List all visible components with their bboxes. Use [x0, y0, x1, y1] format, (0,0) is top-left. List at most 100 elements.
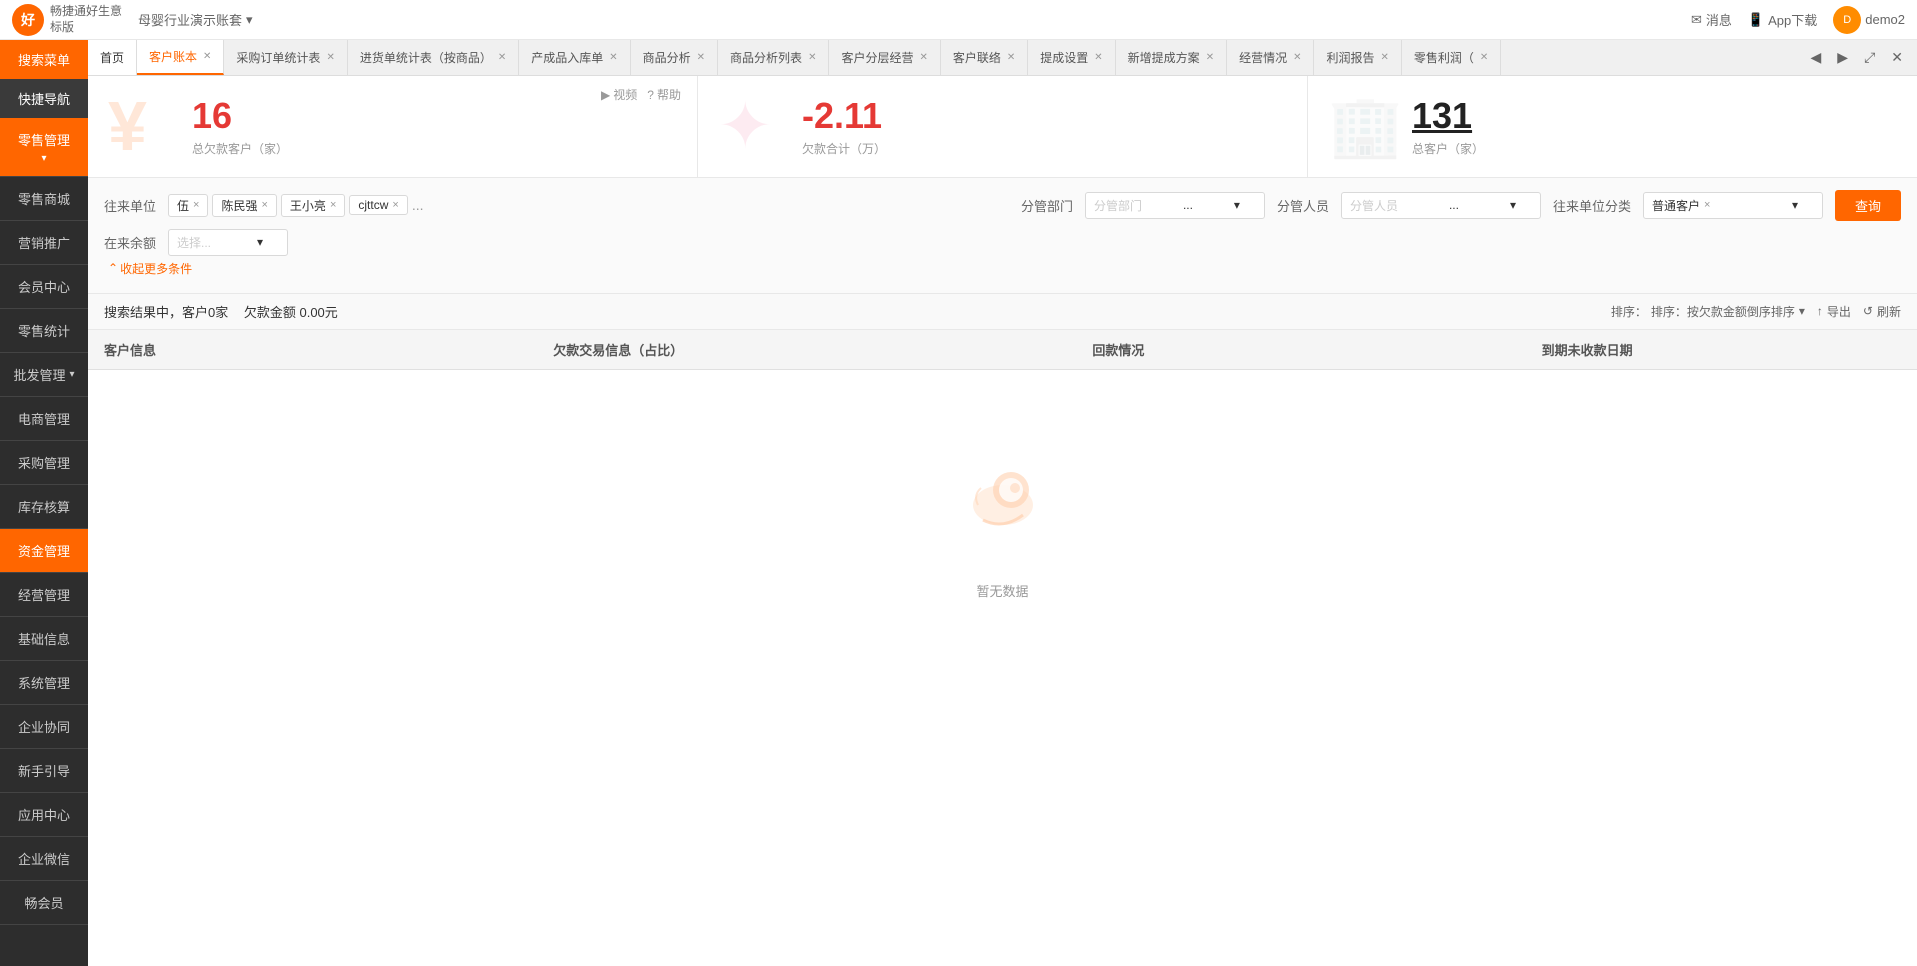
sidebar-search[interactable]: 搜索菜单: [0, 40, 88, 79]
stat-total-customers: 🏢 131 总客户（家）: [1308, 76, 1917, 177]
remove-category[interactable]: ×: [1704, 199, 1710, 211]
sidebar-item-marketing[interactable]: 营销推广: [0, 221, 88, 265]
tab-customer-tiered[interactable]: 客户分层经营 ✕: [829, 40, 940, 75]
sidebar-item-retail-stat[interactable]: 零售统计: [0, 309, 88, 353]
tab-bar: 首页 客户账本 ✕ 采购订单统计表 ✕ 进货单统计表（按商品） ✕ 产成品入库单…: [88, 40, 1917, 76]
filter-select-balance[interactable]: 选择... ▾: [168, 229, 288, 256]
video-btn[interactable]: ▶ 视频: [601, 86, 637, 103]
filter-tags-1: 伍 × 陈民强 × 王小亮 × cjttcw ×: [168, 194, 1009, 217]
tab-product-analysis-list[interactable]: 商品分析列表 ✕: [718, 40, 829, 75]
remove-tag-cjttcw[interactable]: ×: [392, 199, 398, 211]
result-actions: 排序： 排序：按欠款金额倒序排序 ▾ ↑ 导出 ↺ 刷新: [1611, 303, 1901, 320]
tab-close-business-situation[interactable]: ✕: [1293, 52, 1301, 63]
sidebar-item-company-coop[interactable]: 企业协同: [0, 705, 88, 749]
stat-total-arrears: ✦ -2.11 欠款合计（万）: [698, 76, 1308, 177]
sidebar-item-app-center[interactable]: 应用中心: [0, 793, 88, 837]
help-btn[interactable]: ? 帮助: [647, 86, 681, 103]
remove-tag-chen[interactable]: ×: [261, 199, 267, 211]
tab-improve-settings[interactable]: 提成设置 ✕: [1028, 40, 1115, 75]
tab-retail-profit[interactable]: 零售利润（ ✕: [1402, 40, 1501, 75]
filter-tag-wang[interactable]: 王小亮 ×: [281, 194, 345, 217]
col-header-date: 到期未收款日期: [1542, 340, 1901, 359]
filter-row-1: 往来单位 伍 × 陈民强 × 王小亮 ×: [104, 190, 1901, 221]
refresh-button[interactable]: ↺ 刷新: [1863, 303, 1901, 320]
sidebar-item-sys-mgmt[interactable]: 系统管理: [0, 661, 88, 705]
query-button[interactable]: 查询: [1835, 190, 1901, 221]
sidebar-item-new-guide[interactable]: 新手引导: [0, 749, 88, 793]
sidebar-item-retail-store[interactable]: 零售商城: [0, 177, 88, 221]
filter-label-4: 往来单位分类: [1553, 196, 1631, 215]
tab-home[interactable]: 首页: [88, 40, 137, 75]
stat-bg-icon-3: 🏢: [1328, 91, 1403, 162]
sidebar-item-member2[interactable]: 畅会员: [0, 881, 88, 925]
collapse-button[interactable]: ⌃ 收起更多条件: [108, 260, 1897, 277]
col-header-customer: 客户信息: [104, 340, 553, 359]
remove-tag-wu[interactable]: ×: [193, 199, 199, 211]
chevron-down-category: ▾: [1792, 198, 1798, 212]
tab-close-customer-contact[interactable]: ✕: [1007, 52, 1015, 63]
sidebar-item-retail-mgmt[interactable]: 零售管理 ▾: [0, 118, 88, 177]
app-selector[interactable]: 母婴行业演示账套 ▾: [130, 6, 261, 33]
filter-more-icon[interactable]: ...: [412, 197, 424, 213]
tab-incoming-stats[interactable]: 进货单统计表（按商品） ✕: [348, 40, 519, 75]
tab-purchase-order-stats[interactable]: 采购订单统计表 ✕: [224, 40, 347, 75]
tab-actions: ◀ ▶ ⤢ ✕: [1805, 49, 1917, 66]
tab-profit-report[interactable]: 利润报告 ✕: [1314, 40, 1401, 75]
empty-state: 暂无数据: [88, 370, 1917, 680]
filter-dept-placeholder: 分管部门: [1094, 197, 1142, 214]
sidebar-item-operation[interactable]: 经营管理: [0, 573, 88, 617]
tab-product-warehousing[interactable]: 产成品入库单 ✕: [519, 40, 630, 75]
tab-next-btn[interactable]: ▶: [1831, 49, 1854, 66]
tab-close-incoming-stats[interactable]: ✕: [498, 52, 506, 63]
filter-tag-chen[interactable]: 陈民强 ×: [212, 194, 276, 217]
tab-close-product-analysis-list[interactable]: ✕: [808, 52, 816, 63]
export-icon: ↑: [1817, 304, 1823, 318]
filter-select-dept[interactable]: 分管部门 ... ▾: [1085, 192, 1265, 219]
sidebar-item-purchase[interactable]: 采购管理: [0, 441, 88, 485]
filter-tag-wu[interactable]: 伍 ×: [168, 194, 208, 217]
tab-close-customer-tiered[interactable]: ✕: [919, 52, 927, 63]
tab-business-situation[interactable]: 经营情况 ✕: [1227, 40, 1314, 75]
message-button[interactable]: ✉ 消息: [1691, 10, 1732, 29]
sidebar-item-inventory[interactable]: 库存核算: [0, 485, 88, 529]
sidebar-item-member[interactable]: 会员中心: [0, 265, 88, 309]
logo-text: 畅捷通好生意 标版: [50, 4, 122, 35]
stat-value-3: 131: [1412, 96, 1472, 136]
filter-tag-cjttcw[interactable]: cjttcw ×: [349, 195, 407, 215]
tab-close-product-analysis[interactable]: ✕: [697, 52, 705, 63]
sidebar-item-enterprise-wechat[interactable]: 企业微信: [0, 837, 88, 881]
sidebar-item-ecommerce[interactable]: 电商管理: [0, 397, 88, 441]
app-download-button[interactable]: 📱 App下载: [1748, 10, 1817, 29]
tab-close-new-improve-plan[interactable]: ✕: [1206, 52, 1214, 63]
sort-select[interactable]: 排序： 排序：按欠款金额倒序排序 ▾: [1611, 303, 1805, 320]
sidebar-nav[interactable]: 快捷导航: [0, 79, 88, 118]
tab-customer-accounts[interactable]: 客户账本 ✕: [137, 40, 224, 75]
tab-close-customer-accounts[interactable]: ✕: [203, 51, 211, 62]
tab-close-improve-settings[interactable]: ✕: [1094, 52, 1102, 63]
col-header-repay: 回款情况: [1092, 340, 1541, 359]
sidebar-item-basic-info[interactable]: 基础信息: [0, 617, 88, 661]
sidebar-item-finance[interactable]: 资金管理: [0, 529, 88, 573]
filter-select-category[interactable]: 普通客户 × ▾: [1643, 192, 1823, 219]
sidebar-item-wholesale[interactable]: 批发管理 ▾: [0, 353, 88, 397]
stat-label-3: 总客户（家）: [1412, 140, 1484, 157]
tab-customer-contact[interactable]: 客户联络 ✕: [941, 40, 1028, 75]
stat-bg-icon-1: ¥: [108, 86, 147, 166]
tab-close-all-btn[interactable]: ✕: [1885, 49, 1909, 66]
tab-close-profit-report[interactable]: ✕: [1381, 52, 1389, 63]
tab-close-product-warehousing[interactable]: ✕: [609, 52, 617, 63]
remove-tag-wang[interactable]: ×: [330, 199, 336, 211]
chevron-down-balance: ▾: [257, 235, 263, 249]
filter-select-person[interactable]: 分管人员 ... ▾: [1341, 192, 1541, 219]
user-profile[interactable]: D demo2: [1833, 6, 1905, 34]
tab-prev-btn[interactable]: ◀: [1805, 49, 1828, 66]
tab-maximize-btn[interactable]: ⤢: [1858, 49, 1881, 66]
tab-product-analysis[interactable]: 商品分析 ✕: [631, 40, 718, 75]
tab-close-purchase-order-stats[interactable]: ✕: [326, 52, 334, 63]
table-header: 客户信息 欠款交易信息（占比） 回款情况 到期未收款日期: [88, 330, 1917, 370]
export-button[interactable]: ↑ 导出: [1817, 303, 1851, 320]
logo-area: 好 畅捷通好生意 标版: [12, 4, 122, 36]
filter-tag-category[interactable]: 普通客户 ×: [1652, 197, 1710, 214]
tab-close-retail-profit[interactable]: ✕: [1480, 52, 1488, 63]
tab-new-improve-plan[interactable]: 新增提成方案 ✕: [1116, 40, 1227, 75]
